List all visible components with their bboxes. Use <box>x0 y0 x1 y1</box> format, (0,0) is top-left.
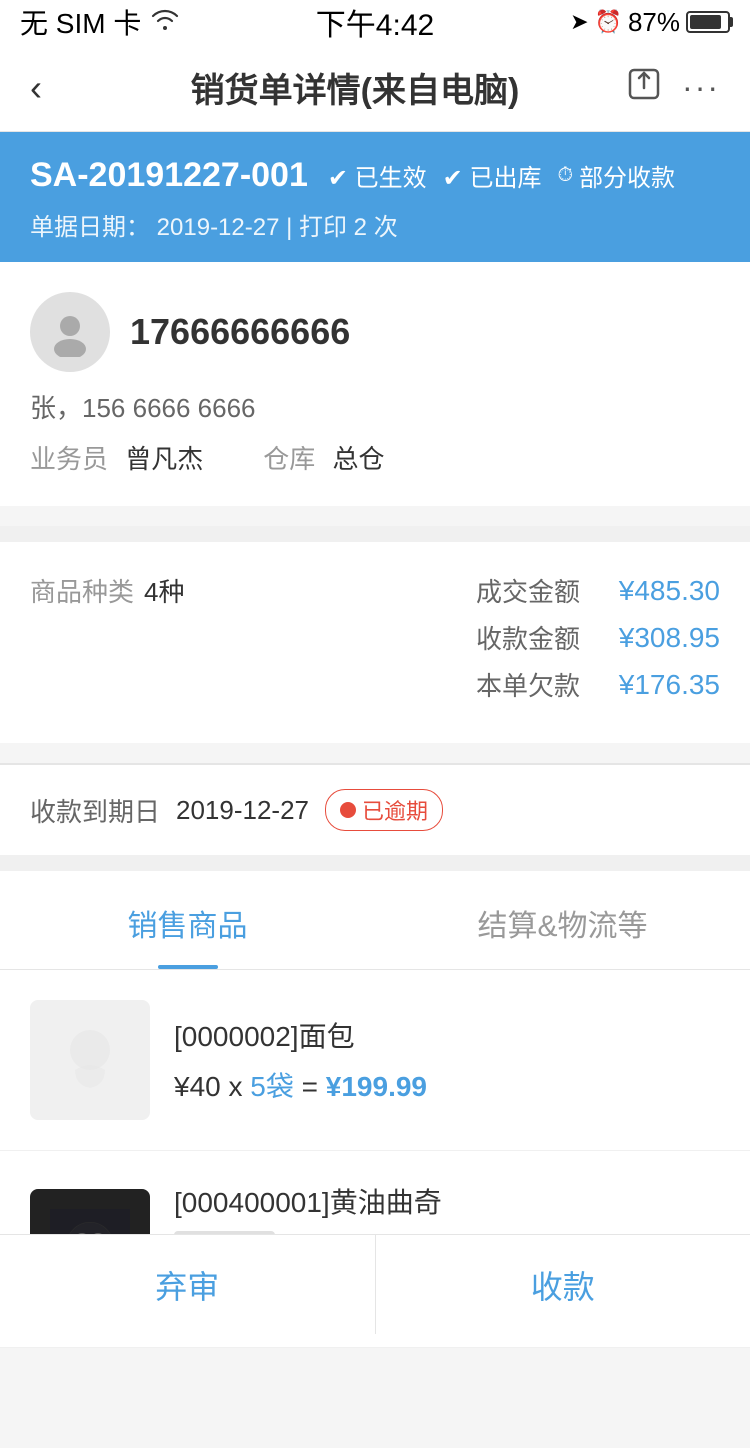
overdue-section: 收款到期日 2019-12-27 已逾期 <box>0 765 750 855</box>
order-date: 单据日期： 2019-12-27 | 打印 2 次 <box>30 207 720 242</box>
customer-meta: 业务员 曾凡杰 仓库 总仓 <box>30 439 720 476</box>
overdue-badge: 已逾期 <box>325 789 443 831</box>
overdue-label: 收款到期日 <box>30 792 160 829</box>
product-name-1: [0000002]面包 <box>174 1015 720 1055</box>
share-icon[interactable] <box>626 66 662 110</box>
product-name-2: [000400001]黄油曲奇 <box>174 1181 720 1221</box>
alarm-icon: ⏰ <box>595 9 622 35</box>
status-bar: 无 SIM 卡 下午4:42 ➤ ⏰ 87% <box>0 0 750 44</box>
reject-button[interactable]: 弃审 <box>0 1235 376 1334</box>
carrier-text: 无 SIM 卡 <box>20 2 141 42</box>
deal-amount-value: ¥485.30 <box>600 575 720 607</box>
tab-settlement[interactable]: 结算&物流等 <box>375 871 750 969</box>
warehouse-label: 仓库 <box>263 444 315 474</box>
nav-bar: ‹ 销货单详情(来自电脑) ··· <box>0 44 750 132</box>
tag-shipped: ✔ 已出库 <box>443 158 542 193</box>
battery-text: 87% <box>628 7 680 38</box>
order-header: SA-20191227-001 ✔ 已生效 ✔ 已出库 ⏱ 部分收款 单据日期：… <box>0 132 750 262</box>
product-types-value: 4种 <box>144 572 184 609</box>
customer-sub: 张，156 6666 6666 <box>30 388 720 425</box>
collect-button[interactable]: 收款 <box>376 1235 750 1334</box>
received-value: ¥308.95 <box>600 622 720 654</box>
tabs-section: 销售商品 结算&物流等 <box>0 871 750 970</box>
owe-value: ¥176.35 <box>600 669 720 701</box>
product-price-1: ¥40 x 5袋 = ¥199.99 <box>174 1065 720 1105</box>
bottom-bar: 弃审 收款 <box>0 1234 750 1334</box>
tab-products[interactable]: 销售商品 <box>0 871 375 969</box>
status-time: 下午4:42 <box>316 0 434 44</box>
customer-phone: 17666666666 <box>130 311 350 353</box>
divider-3 <box>0 855 750 871</box>
owe-label: 本单欠款 <box>476 666 580 703</box>
more-icon[interactable]: ··· <box>682 69 720 106</box>
warehouse-name: 总仓 <box>333 444 385 474</box>
product-info-1: [0000002]面包 ¥40 x 5袋 = ¥199.99 <box>174 1015 720 1105</box>
product-types-label: 商品种类 <box>30 572 134 609</box>
overdue-date: 2019-12-27 <box>176 795 309 826</box>
divider-1 <box>0 526 750 542</box>
tag-partial-payment: ⏱ 部分收款 <box>557 158 675 193</box>
deal-amount-label: 成交金额 <box>476 572 580 609</box>
back-button[interactable]: ‹ <box>30 67 90 109</box>
wifi-icon <box>151 6 179 38</box>
customer-avatar <box>30 292 110 372</box>
status-tags: ✔ 已生效 ✔ 已出库 ⏱ 部分收款 <box>328 158 675 193</box>
product-total-1: ¥199.99 <box>326 1071 427 1102</box>
order-id: SA-20191227-001 <box>30 156 308 195</box>
page-title: 销货单详情(来自电脑) <box>90 63 620 112</box>
product-item-1: [0000002]面包 ¥40 x 5袋 = ¥199.99 <box>0 970 750 1151</box>
sales-name: 曾凡杰 <box>125 444 203 474</box>
location-icon: ➤ <box>570 9 588 35</box>
product-qty-1: 5袋 <box>250 1071 294 1102</box>
customer-section: 17666666666 张，156 6666 6666 业务员 曾凡杰 仓库 总… <box>0 262 750 506</box>
status-right: ➤ ⏰ 87% <box>570 7 730 38</box>
product-thumb-1 <box>30 1000 150 1120</box>
summary-right: 成交金额 ¥485.30 收款金额 ¥308.95 本单欠款 ¥176.35 <box>476 572 720 713</box>
received-label: 收款金额 <box>476 619 580 656</box>
overdue-dot-icon <box>340 802 356 818</box>
battery-icon <box>686 11 730 33</box>
nav-actions: ··· <box>620 66 720 110</box>
sales-label: 业务员 <box>30 444 108 474</box>
status-left: 无 SIM 卡 <box>20 2 179 42</box>
tag-effective: ✔ 已生效 <box>328 158 427 193</box>
summary-section: 商品种类 4种 成交金额 ¥485.30 收款金额 ¥308.95 本单欠款 ¥… <box>0 542 750 743</box>
